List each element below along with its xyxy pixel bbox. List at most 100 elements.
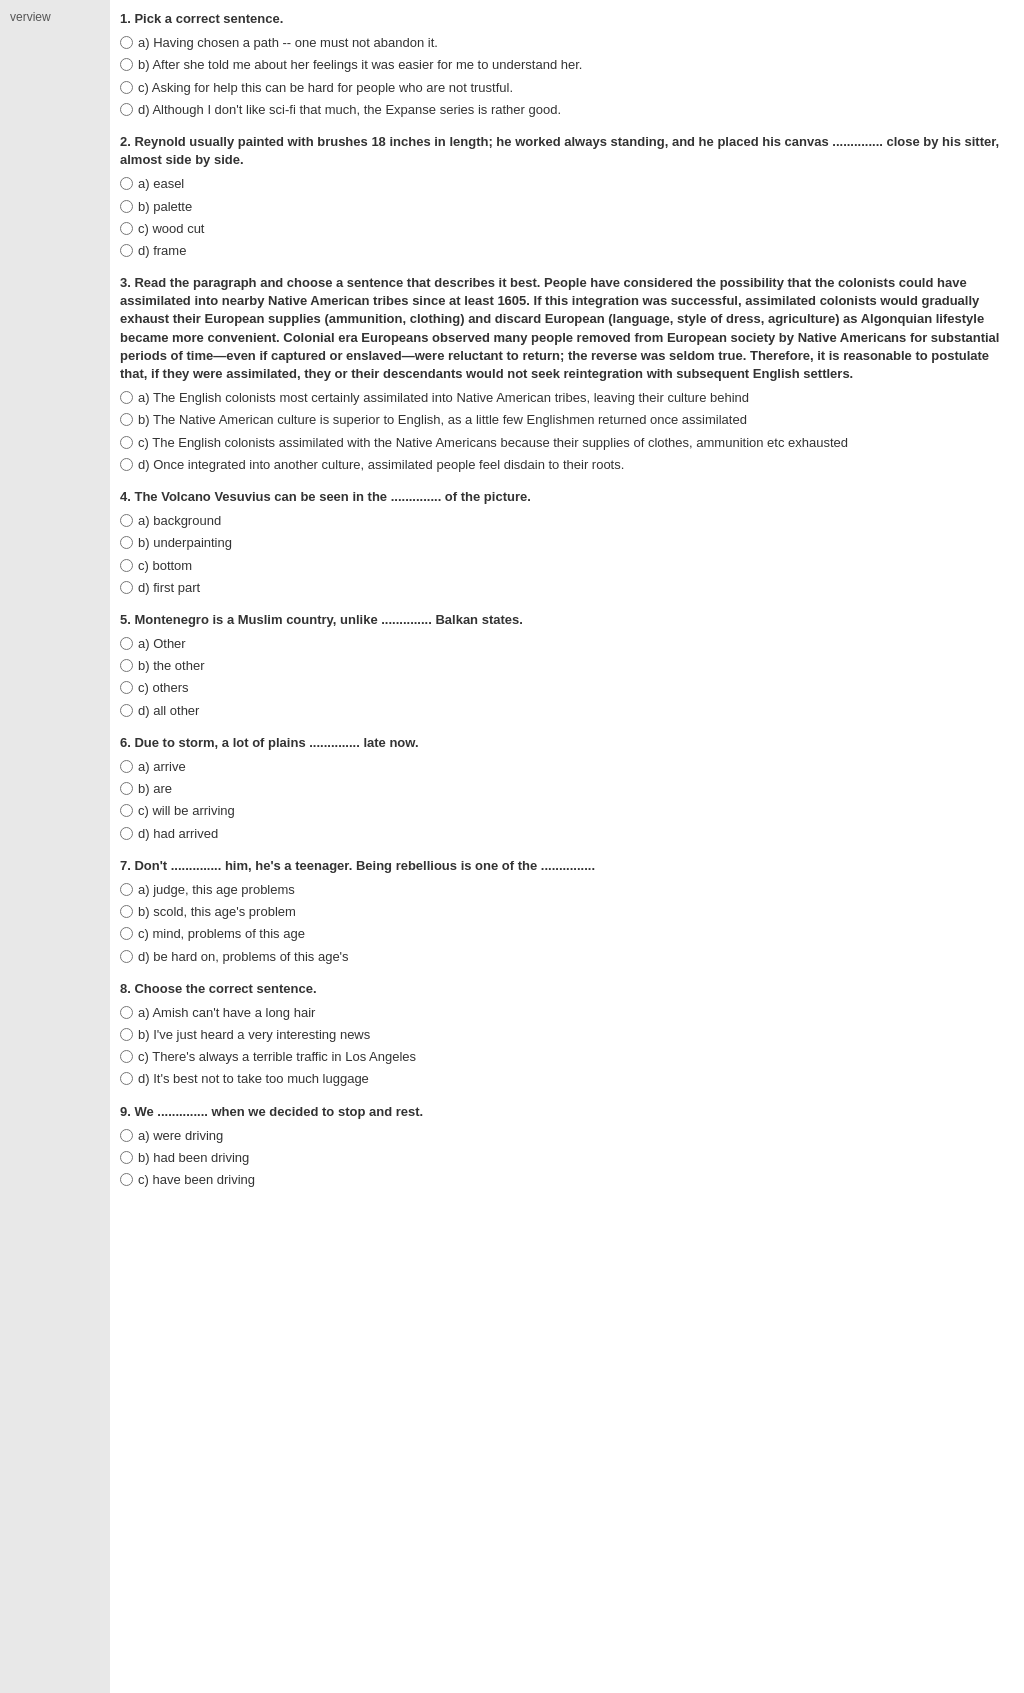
option-item-1-2[interactable]: b) After she told me about her feelings … bbox=[120, 56, 1004, 74]
radio-q4a[interactable] bbox=[120, 514, 133, 527]
option-label-q4a[interactable]: a) background bbox=[138, 512, 221, 530]
option-label-q1b[interactable]: b) After she told me about her feelings … bbox=[138, 56, 582, 74]
option-label-q6b[interactable]: b) are bbox=[138, 780, 172, 798]
option-label-q7a[interactable]: a) judge, this age problems bbox=[138, 881, 295, 899]
radio-q3a[interactable] bbox=[120, 391, 133, 404]
option-item-7-3[interactable]: c) mind, problems of this age bbox=[120, 925, 1004, 943]
option-label-q5a[interactable]: a) Other bbox=[138, 635, 186, 653]
option-label-q3d[interactable]: d) Once integrated into another culture,… bbox=[138, 456, 624, 474]
option-label-q2b[interactable]: b) palette bbox=[138, 198, 192, 216]
radio-q4d[interactable] bbox=[120, 581, 133, 594]
option-label-q1d[interactable]: d) Although I don't like sci-fi that muc… bbox=[138, 101, 561, 119]
option-label-q3b[interactable]: b) The Native American culture is superi… bbox=[138, 411, 747, 429]
option-label-q4b[interactable]: b) underpainting bbox=[138, 534, 232, 552]
option-item-7-4[interactable]: d) be hard on, problems of this age's bbox=[120, 948, 1004, 966]
radio-q1d[interactable] bbox=[120, 103, 133, 116]
option-label-q2a[interactable]: a) easel bbox=[138, 175, 184, 193]
option-item-6-3[interactable]: c) will be arriving bbox=[120, 802, 1004, 820]
option-item-4-2[interactable]: b) underpainting bbox=[120, 534, 1004, 552]
option-label-q9c[interactable]: c) have been driving bbox=[138, 1171, 255, 1189]
radio-q1a[interactable] bbox=[120, 36, 133, 49]
option-item-7-2[interactable]: b) scold, this age's problem bbox=[120, 903, 1004, 921]
radio-q5c[interactable] bbox=[120, 681, 133, 694]
radio-q9b[interactable] bbox=[120, 1151, 133, 1164]
radio-q6b[interactable] bbox=[120, 782, 133, 795]
radio-q4b[interactable] bbox=[120, 536, 133, 549]
option-label-q6a[interactable]: a) arrive bbox=[138, 758, 186, 776]
radio-q1c[interactable] bbox=[120, 81, 133, 94]
radio-q5d[interactable] bbox=[120, 704, 133, 717]
radio-q6d[interactable] bbox=[120, 827, 133, 840]
option-label-q6d[interactable]: d) had arrived bbox=[138, 825, 218, 843]
radio-q5b[interactable] bbox=[120, 659, 133, 672]
option-item-9-1[interactable]: a) were driving bbox=[120, 1127, 1004, 1145]
option-item-5-1[interactable]: a) Other bbox=[120, 635, 1004, 653]
option-item-6-2[interactable]: b) are bbox=[120, 780, 1004, 798]
radio-q7c[interactable] bbox=[120, 927, 133, 940]
option-label-q5c[interactable]: c) others bbox=[138, 679, 189, 697]
option-item-8-2[interactable]: b) I've just heard a very interesting ne… bbox=[120, 1026, 1004, 1044]
option-label-q7d[interactable]: d) be hard on, problems of this age's bbox=[138, 948, 349, 966]
option-item-7-1[interactable]: a) judge, this age problems bbox=[120, 881, 1004, 899]
option-item-2-3[interactable]: c) wood cut bbox=[120, 220, 1004, 238]
radio-q8b[interactable] bbox=[120, 1028, 133, 1041]
option-label-q7b[interactable]: b) scold, this age's problem bbox=[138, 903, 296, 921]
radio-q8d[interactable] bbox=[120, 1072, 133, 1085]
option-label-q4c[interactable]: c) bottom bbox=[138, 557, 192, 575]
option-item-1-3[interactable]: c) Asking for help this can be hard for … bbox=[120, 79, 1004, 97]
option-item-6-4[interactable]: d) had arrived bbox=[120, 825, 1004, 843]
option-label-q3a[interactable]: a) The English colonists most certainly … bbox=[138, 389, 749, 407]
option-item-2-4[interactable]: d) frame bbox=[120, 242, 1004, 260]
option-item-9-3[interactable]: c) have been driving bbox=[120, 1171, 1004, 1189]
option-item-4-1[interactable]: a) background bbox=[120, 512, 1004, 530]
radio-q1b[interactable] bbox=[120, 58, 133, 71]
option-item-2-2[interactable]: b) palette bbox=[120, 198, 1004, 216]
option-item-1-4[interactable]: d) Although I don't like sci-fi that muc… bbox=[120, 101, 1004, 119]
option-item-3-1[interactable]: a) The English colonists most certainly … bbox=[120, 389, 1004, 407]
option-item-8-4[interactable]: d) It's best not to take too much luggag… bbox=[120, 1070, 1004, 1088]
radio-q8a[interactable] bbox=[120, 1006, 133, 1019]
radio-q5a[interactable] bbox=[120, 637, 133, 650]
option-label-q8d[interactable]: d) It's best not to take too much luggag… bbox=[138, 1070, 369, 1088]
option-item-3-2[interactable]: b) The Native American culture is superi… bbox=[120, 411, 1004, 429]
radio-q3c[interactable] bbox=[120, 436, 133, 449]
option-label-q9b[interactable]: b) had been driving bbox=[138, 1149, 249, 1167]
option-label-q4d[interactable]: d) first part bbox=[138, 579, 200, 597]
option-item-5-4[interactable]: d) all other bbox=[120, 702, 1004, 720]
radio-q3b[interactable] bbox=[120, 413, 133, 426]
option-item-2-1[interactable]: a) easel bbox=[120, 175, 1004, 193]
option-item-5-2[interactable]: b) the other bbox=[120, 657, 1004, 675]
option-label-q8a[interactable]: a) Amish can't have a long hair bbox=[138, 1004, 315, 1022]
option-label-q2c[interactable]: c) wood cut bbox=[138, 220, 204, 238]
radio-q6c[interactable] bbox=[120, 804, 133, 817]
option-label-q3c[interactable]: c) The English colonists assimilated wit… bbox=[138, 434, 848, 452]
radio-q2c[interactable] bbox=[120, 222, 133, 235]
option-label-q8b[interactable]: b) I've just heard a very interesting ne… bbox=[138, 1026, 370, 1044]
radio-q9a[interactable] bbox=[120, 1129, 133, 1142]
radio-q7d[interactable] bbox=[120, 950, 133, 963]
option-item-3-4[interactable]: d) Once integrated into another culture,… bbox=[120, 456, 1004, 474]
option-label-q7c[interactable]: c) mind, problems of this age bbox=[138, 925, 305, 943]
option-item-5-3[interactable]: c) others bbox=[120, 679, 1004, 697]
option-label-q5d[interactable]: d) all other bbox=[138, 702, 199, 720]
option-item-4-3[interactable]: c) bottom bbox=[120, 557, 1004, 575]
radio-q8c[interactable] bbox=[120, 1050, 133, 1063]
option-label-q1c[interactable]: c) Asking for help this can be hard for … bbox=[138, 79, 513, 97]
option-label-q1a[interactable]: a) Having chosen a path -- one must not … bbox=[138, 34, 438, 52]
option-label-q5b[interactable]: b) the other bbox=[138, 657, 205, 675]
option-label-q8c[interactable]: c) There's always a terrible traffic in … bbox=[138, 1048, 416, 1066]
option-item-8-1[interactable]: a) Amish can't have a long hair bbox=[120, 1004, 1004, 1022]
radio-q4c[interactable] bbox=[120, 559, 133, 572]
radio-q3d[interactable] bbox=[120, 458, 133, 471]
option-item-3-3[interactable]: c) The English colonists assimilated wit… bbox=[120, 434, 1004, 452]
option-item-6-1[interactable]: a) arrive bbox=[120, 758, 1004, 776]
option-label-q9a[interactable]: a) were driving bbox=[138, 1127, 223, 1145]
option-label-q6c[interactable]: c) will be arriving bbox=[138, 802, 235, 820]
radio-q2d[interactable] bbox=[120, 244, 133, 257]
radio-q9c[interactable] bbox=[120, 1173, 133, 1186]
radio-q6a[interactable] bbox=[120, 760, 133, 773]
radio-q7b[interactable] bbox=[120, 905, 133, 918]
radio-q2a[interactable] bbox=[120, 177, 133, 190]
option-item-9-2[interactable]: b) had been driving bbox=[120, 1149, 1004, 1167]
option-item-4-4[interactable]: d) first part bbox=[120, 579, 1004, 597]
